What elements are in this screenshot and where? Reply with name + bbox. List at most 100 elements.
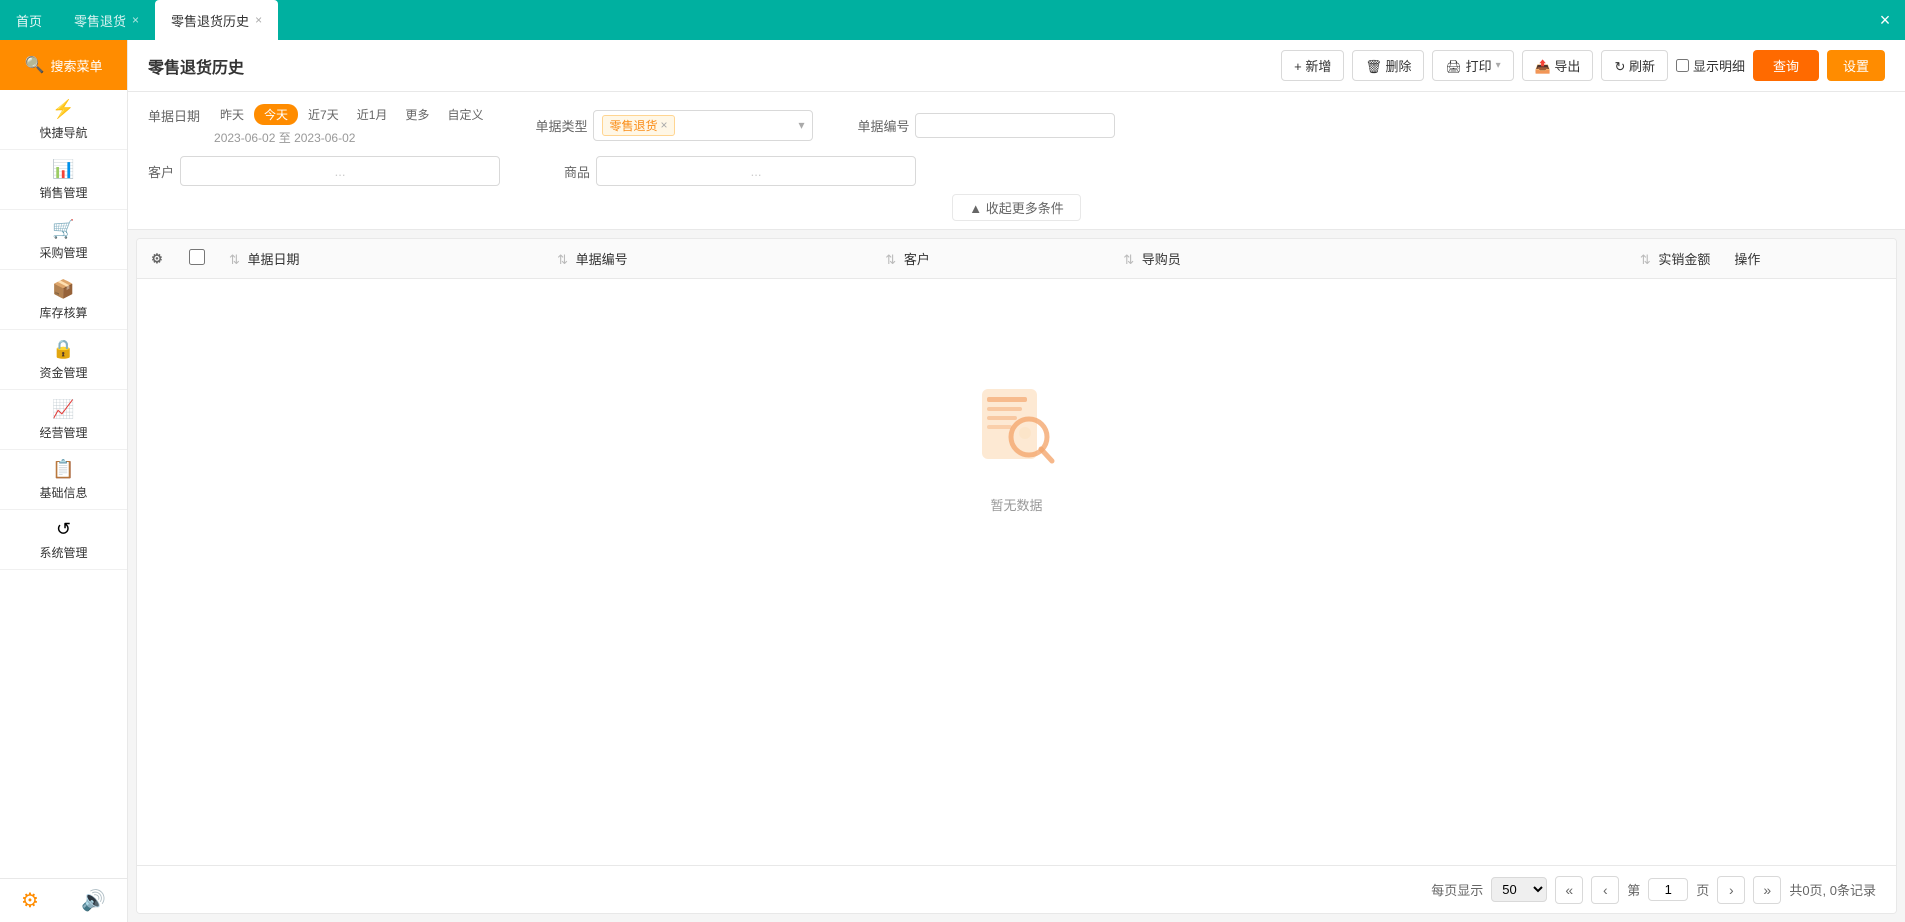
sales-mgmt-label: 销售管理	[39, 184, 87, 201]
empty-state-row: 暂无数据	[137, 279, 1896, 575]
empty-state-icon	[967, 379, 1067, 479]
basic-info-label: 基础信息	[39, 484, 87, 501]
empty-state-text: 暂无数据	[990, 495, 1042, 514]
date-buttons: 昨天 今天 近7天 近1月 更多 自定义 2023-06-02 至 2023-0…	[212, 104, 491, 146]
page-label: 第	[1627, 880, 1640, 899]
sales-mgmt-icon: 📊	[52, 159, 74, 180]
filter-area: 单据日期 昨天 今天 近7天 近1月 更多 自定义 2023-06-02 至 2…	[128, 92, 1905, 230]
print-label: 🖨 打印	[1445, 56, 1491, 75]
tab-home[interactable]: 首页	[0, 0, 58, 40]
data-table: ⚙ ⇅ 单据日期 ⇅ 单据编号	[137, 239, 1896, 574]
table-container: ⚙ ⇅ 单据日期 ⇅ 单据编号	[136, 238, 1897, 914]
filter-row-2: 客户 ... 商品 ...	[148, 156, 1885, 186]
sidebar-item-quick-nav[interactable]: ⚡ 快捷导航	[0, 90, 127, 150]
sidebar-item-purchase-mgmt[interactable]: 🛒 采购管理	[0, 210, 127, 270]
search-icon: 🔍	[25, 55, 45, 75]
add-button[interactable]: + 新增	[1281, 50, 1344, 81]
guide-col-header[interactable]: ⇅ 导购员	[1111, 239, 1394, 279]
page-next-button[interactable]: ›	[1717, 876, 1745, 904]
delete-button[interactable]: 🗑 删除	[1352, 50, 1424, 81]
filter-date: 单据日期 昨天 今天 近7天 近1月 更多 自定义 2023-06-02 至 2…	[148, 104, 491, 146]
filter-row-1: 单据日期 昨天 今天 近7天 近1月 更多 自定义 2023-06-02 至 2…	[148, 104, 1885, 146]
basic-info-icon: 📋	[52, 459, 74, 480]
page-last-button[interactable]: »	[1753, 876, 1781, 904]
sidebar-item-system-mgmt[interactable]: ↺ 系统管理	[0, 510, 127, 570]
sidebar-item-basic-info[interactable]: 📋 基础信息	[0, 450, 127, 510]
finance-mgmt-icon: 🔒	[52, 339, 74, 360]
show-detail-label: 显示明细	[1693, 56, 1745, 75]
no-col-header[interactable]: ⇅ 单据编号	[545, 239, 873, 279]
checkbox-col-header[interactable]	[177, 239, 217, 279]
date-col-label: 单据日期	[248, 252, 300, 267]
per-page-label: 每页显示	[1431, 880, 1483, 899]
system-mgmt-label: 系统管理	[39, 544, 87, 561]
filter-voucher-no: 单据编号	[857, 113, 1115, 138]
page-first-button[interactable]: «	[1555, 876, 1583, 904]
sidebar-search-label: 搜索菜单	[50, 56, 102, 75]
sidebar-item-operation-mgmt[interactable]: 📈 经营管理	[0, 390, 127, 450]
sidebar-item-inventory-calc[interactable]: 📦 库存核算	[0, 270, 127, 330]
customer-col-sort-icon: ⇅	[885, 252, 896, 267]
customer-label: 客户	[148, 162, 174, 181]
date-today[interactable]: 今天	[254, 104, 298, 125]
customer-col-header[interactable]: ⇅ 客户	[873, 239, 1111, 279]
date-1month[interactable]: 近1月	[349, 104, 396, 125]
col-settings-icon[interactable]: ⚙	[151, 251, 163, 266]
setting-button[interactable]: 设置	[1827, 50, 1885, 81]
audio-icon[interactable]: 🔊	[81, 888, 106, 913]
page-prev-button[interactable]: ‹	[1591, 876, 1619, 904]
table-header: ⚙ ⇅ 单据日期 ⇅ 单据编号	[137, 239, 1896, 279]
voucher-type-select[interactable]: 零售退货 × ▾	[593, 110, 813, 141]
settings-icon[interactable]: ⚙	[21, 888, 39, 913]
window-close-button[interactable]: ×	[1865, 0, 1905, 40]
amount-col-sort-icon: ⇅	[1640, 252, 1651, 267]
page-input[interactable]	[1648, 878, 1688, 901]
amount-col-label: 实销金额	[1658, 252, 1710, 267]
sidebar-item-finance-mgmt[interactable]: 🔒 资金管理	[0, 330, 127, 390]
page-title: 零售退货历史	[148, 54, 244, 78]
query-button[interactable]: 查询	[1753, 50, 1819, 81]
date-yesterday[interactable]: 昨天	[212, 104, 252, 125]
date-col-sort-icon: ⇅	[229, 252, 240, 267]
page-summary: 共0页, 0条记录	[1789, 880, 1876, 899]
purchase-mgmt-label: 采购管理	[39, 244, 87, 261]
page-unit: 页	[1696, 880, 1709, 899]
collapse-row: ▲ 收起更多条件	[148, 194, 1885, 221]
filter-voucher-type: 单据类型 零售退货 × ▾	[535, 110, 813, 141]
table-body: 暂无数据	[137, 279, 1896, 575]
date-7days[interactable]: 近7天	[300, 104, 347, 125]
date-more[interactable]: 更多	[397, 104, 437, 125]
header-actions: + 新增 🗑 删除 🖨 打印 ▾ 📤 导出 ↻ 刷新 显示明细 查询 设置	[1281, 50, 1885, 81]
tab-retail-return-history[interactable]: 零售退货历史 ×	[155, 0, 278, 40]
date-col-header[interactable]: ⇅ 单据日期	[217, 239, 545, 279]
operation-mgmt-label: 经营管理	[39, 424, 87, 441]
date-custom[interactable]: 自定义	[439, 104, 491, 125]
finance-mgmt-label: 资金管理	[39, 364, 87, 381]
guide-col-sort-icon: ⇅	[1123, 252, 1134, 267]
sidebar-items: ⚡ 快捷导航 📊 销售管理 🛒 采购管理 📦 库存核算 🔒 资金管理 📈	[0, 90, 127, 878]
tab-retail-return-close[interactable]: ×	[132, 13, 139, 27]
tab-retail-return-history-close[interactable]: ×	[255, 13, 262, 27]
guide-col-label: 导购员	[1142, 252, 1181, 267]
voucher-type-tag-remove[interactable]: ×	[660, 118, 667, 132]
tab-retail-return[interactable]: 零售退货 ×	[58, 0, 155, 40]
select-all-checkbox[interactable]	[189, 249, 205, 265]
goods-input-area[interactable]: ...	[596, 156, 916, 186]
collapse-button[interactable]: ▲ 收起更多条件	[952, 194, 1080, 221]
customer-input-area[interactable]: ...	[180, 156, 500, 186]
amount-col-header[interactable]: ⇅ 实销金额	[1394, 239, 1722, 279]
voucher-no-input[interactable]	[915, 113, 1115, 138]
voucher-type-arrow: ▾	[798, 118, 804, 132]
voucher-type-tag: 零售退货 ×	[602, 115, 674, 136]
sidebar-search[interactable]: 🔍 搜索菜单	[0, 40, 127, 90]
show-detail-input[interactable]	[1676, 59, 1689, 72]
customer-placeholder: ...	[335, 164, 346, 179]
show-detail-checkbox[interactable]: 显示明细	[1676, 56, 1745, 75]
print-button[interactable]: 🖨 打印 ▾	[1432, 50, 1513, 81]
per-page-select[interactable]: 10 20 50 100	[1491, 877, 1547, 902]
refresh-button[interactable]: ↻ 刷新	[1601, 50, 1668, 81]
export-button[interactable]: 📤 导出	[1522, 50, 1594, 81]
voucher-no-label: 单据编号	[857, 116, 909, 135]
settings-col-header[interactable]: ⚙	[137, 239, 177, 279]
sidebar-item-sales-mgmt[interactable]: 📊 销售管理	[0, 150, 127, 210]
